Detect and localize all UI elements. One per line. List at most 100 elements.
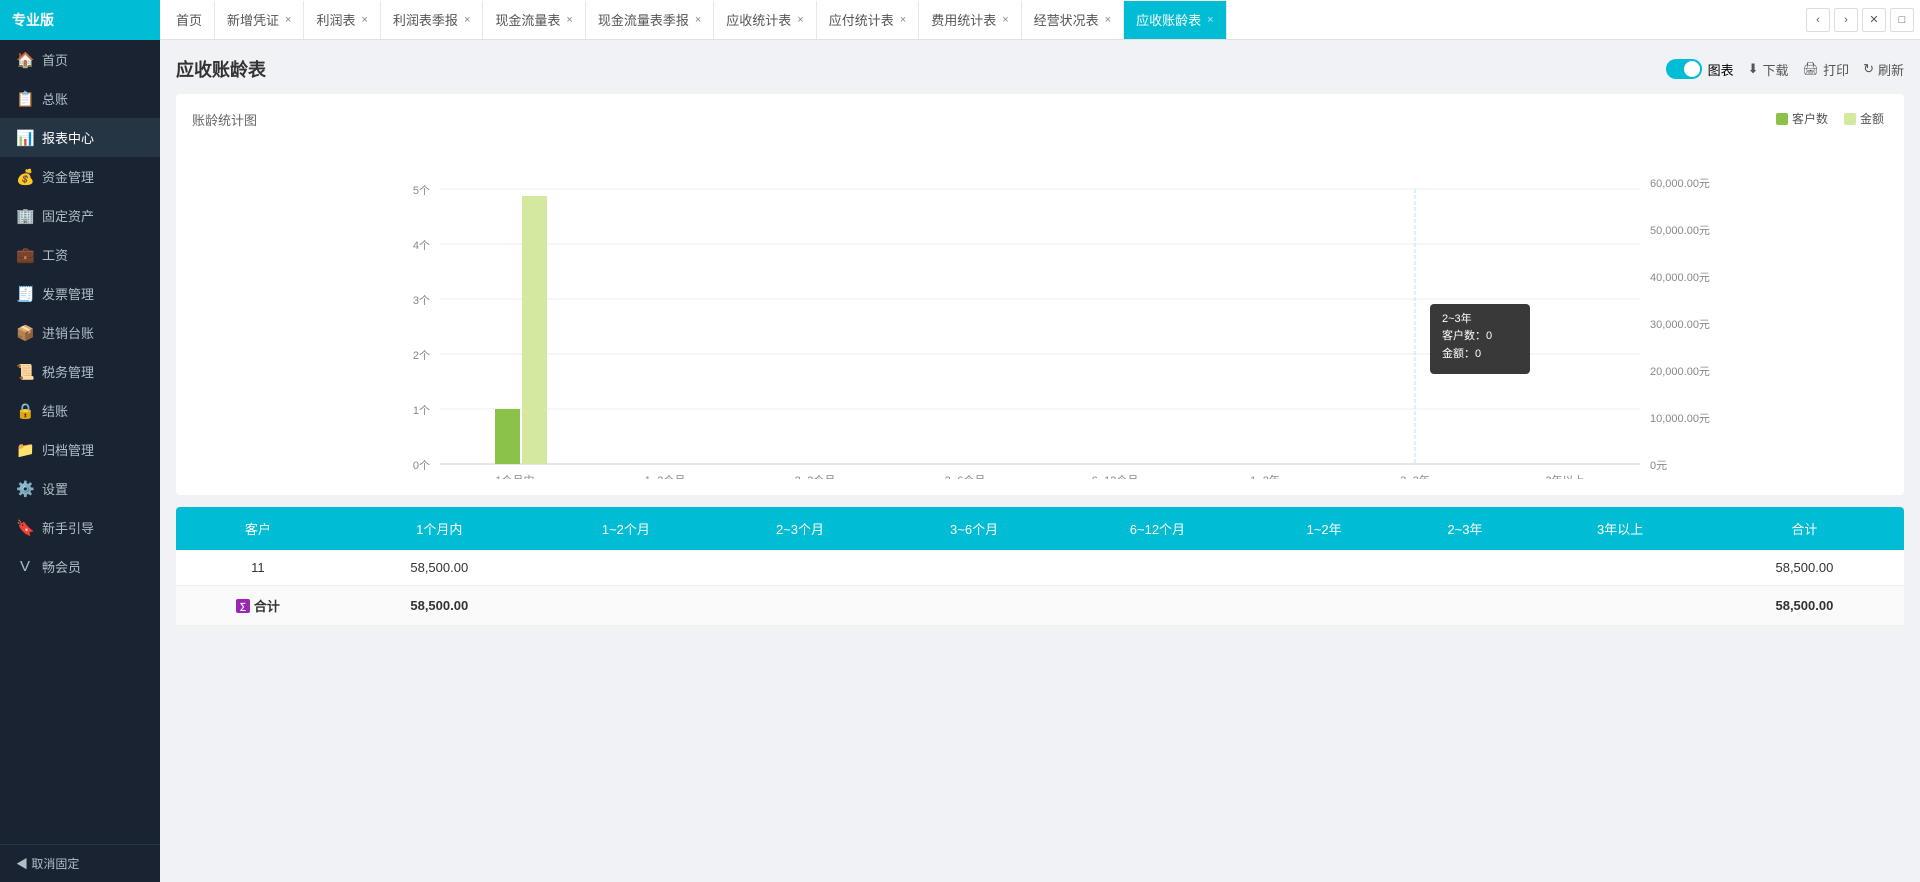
sidebar-item-reports[interactable]: 📊报表中心 — [0, 118, 160, 157]
page-header: 应收账龄表 图表 ⬇ 下载 🖨 打印 ↻ 刷新 — [176, 56, 1904, 82]
print-icon: 🖨 — [1803, 61, 1820, 77]
sidebar-item-inventory[interactable]: 📦 进销台账 — [0, 313, 160, 352]
settings-icon: ⚙️ — [16, 480, 34, 498]
cell-total-m1: 58,500.00 — [340, 586, 539, 626]
col-y3plus: 3年以上 — [1535, 507, 1704, 550]
svg-text:0个: 0个 — [413, 459, 430, 472]
tab-close-icon[interactable]: × — [1105, 14, 1111, 26]
sidebar-item-invoices[interactable]: 🧾发票管理 — [0, 274, 160, 313]
tab-新增凭证[interactable]: 新增凭证 × — [215, 1, 304, 39]
sidebar-item-close[interactable]: 🔒结账 — [0, 391, 160, 430]
tab-close-icon[interactable]: × — [285, 14, 291, 26]
sidebar-collapse-btn[interactable]: ◀ 取消固定 — [0, 844, 160, 882]
tab-应收账龄表[interactable]: 应收账龄表 × — [1124, 1, 1226, 39]
tab-label: 应收账龄表 — [1136, 10, 1201, 29]
table-header-row: 客户 1个月内 1~2个月 2~3个月 3~6个月 6~12个月 1~2年 2~… — [176, 507, 1904, 550]
col-m12: 1~2个月 — [539, 507, 713, 550]
tab-利润表[interactable]: 利润表× — [304, 1, 380, 39]
tab-label: 费用统计表 — [931, 10, 996, 29]
svg-text:3个: 3个 — [413, 294, 430, 307]
tab-close-icon[interactable]: × — [464, 14, 470, 26]
sidebar-item-tax[interactable]: 📜税务管理 — [0, 352, 160, 391]
inventory-icon: 📦 — [16, 324, 34, 342]
tab-经营状况表[interactable]: 经营状况表 × — [1022, 1, 1124, 39]
page-title: 应收账龄表 — [176, 56, 266, 82]
ledger-icon: 📋 — [16, 90, 34, 108]
sidebar-label-vip: 畅会员 — [42, 557, 81, 576]
table-row: 11 58,500.00 58,500.00 — [176, 550, 1904, 586]
chart-legend: 客户数 金额 — [1776, 110, 1884, 127]
svg-text:40,000.00元: 40,000.00元 — [1650, 272, 1710, 284]
tab-close-icon[interactable]: × — [361, 14, 367, 26]
tab-close-all-btn[interactable]: ✕ — [1862, 8, 1886, 32]
tab-利润表季报[interactable]: 利润表季报× — [381, 1, 483, 39]
print-btn[interactable]: 🖨 打印 — [1803, 60, 1850, 79]
svg-text:3~6个月: 3~6个月 — [945, 474, 986, 479]
svg-text:2~3个月: 2~3个月 — [795, 474, 836, 479]
sidebar-label-invoices: 发票管理 — [42, 284, 94, 303]
cell-total-y23 — [1395, 586, 1536, 626]
table-card: 客户 1个月内 1~2个月 2~3个月 3~6个月 6~12个月 1~2年 2~… — [176, 507, 1904, 626]
tab-close-icon[interactable]: × — [1002, 14, 1008, 26]
tab-label: 应付统计表 — [829, 10, 894, 29]
tab-prev-btn[interactable]: ‹ — [1806, 8, 1830, 32]
col-m612: 6~12个月 — [1061, 507, 1254, 550]
sidebar-item-assets[interactable]: 🏢固定资产 — [0, 196, 160, 235]
sidebar-item-vip[interactable]: V畅会员 — [0, 547, 160, 586]
sidebar-item-funds[interactable]: 💰资金管理 — [0, 157, 160, 196]
tab-应付统计表[interactable]: 应付统计表 × — [817, 1, 919, 39]
tab-close-icon[interactable]: × — [900, 14, 906, 26]
tab-label: 新增凭证 — [227, 10, 279, 29]
tab-close-icon[interactable]: × — [566, 14, 572, 26]
sidebar-label-archive: 归档管理 — [42, 440, 94, 459]
tab-fullscreen-btn[interactable]: □ — [1890, 8, 1914, 32]
download-btn[interactable]: ⬇ 下载 — [1748, 60, 1789, 79]
sidebar: 专业版 🏠首页📋总账📊报表中心💰资金管理🏢固定资产💼工资🧾发票管理📦进销台账📜税… — [0, 0, 160, 882]
tab-费用统计表[interactable]: 费用统计表 × — [919, 1, 1021, 39]
sidebar-item-ledger[interactable]: 📋 总账 — [0, 79, 160, 118]
download-icon: ⬇ — [1748, 61, 1759, 77]
tab-现金流量表[interactable]: 现金流量表 × — [483, 1, 585, 39]
cell-m1: 58,500.00 — [340, 550, 539, 586]
svg-text:60,000.00元: 60,000.00元 — [1650, 178, 1710, 190]
svg-text:金额：0: 金额：0 — [1442, 346, 1481, 360]
sidebar-label-ledger: 总账 — [42, 89, 68, 108]
total-icon: ∑ — [236, 599, 250, 613]
tab-应收统计表[interactable]: 应收统计表× — [714, 1, 816, 39]
sidebar-item-settings[interactable]: ⚙️ 设置 — [0, 469, 160, 508]
tab-close-icon[interactable]: × — [695, 14, 701, 26]
legend-amount: 金额 — [1844, 110, 1884, 127]
sidebar-label-salary: 工资 — [42, 245, 68, 264]
col-y12: 1~2年 — [1254, 507, 1395, 550]
tab-next-btn[interactable]: › — [1834, 8, 1858, 32]
tab-首页[interactable]: 首页 — [164, 1, 215, 39]
sidebar-item-home[interactable]: 🏠首页 — [0, 40, 160, 79]
tab-label: 经营状况表 — [1034, 10, 1099, 29]
tab-现金流量表季报[interactable]: 现金流量表季报× — [586, 1, 714, 39]
col-total: 合计 — [1705, 507, 1904, 550]
legend-color-customers — [1776, 113, 1788, 125]
refresh-btn[interactable]: ↻ 刷新 — [1863, 60, 1904, 79]
cell-total-m12 — [539, 586, 713, 626]
cell-m12 — [539, 550, 713, 586]
svg-text:2个: 2个 — [413, 349, 430, 362]
sidebar-item-archive[interactable]: 📁归档管理 — [0, 430, 160, 469]
table-total-row: ∑ 合计 58,500.00 58,500.00 — [176, 586, 1904, 626]
tab-label: 现金流量表 — [495, 10, 560, 29]
toggle-track[interactable] — [1666, 59, 1702, 79]
sidebar-item-salary[interactable]: 💼工资 — [0, 235, 160, 274]
cell-y3plus — [1535, 550, 1704, 586]
tab-label: 首页 — [176, 10, 202, 29]
svg-text:4个: 4个 — [413, 239, 430, 252]
cell-customer: 11 — [176, 550, 340, 586]
svg-text:30,000.00元: 30,000.00元 — [1650, 319, 1710, 331]
tab-close-icon[interactable]: × — [1207, 14, 1213, 26]
sidebar-item-guide[interactable]: 🔖新手引导 — [0, 508, 160, 547]
tab-close-icon[interactable]: × — [797, 14, 803, 26]
sidebar-label-assets: 固定资产 — [42, 206, 94, 225]
cell-m23 — [713, 550, 887, 586]
chart-toggle[interactable]: 图表 — [1666, 59, 1734, 79]
col-y23: 2~3年 — [1395, 507, 1536, 550]
sidebar-label-inventory: 进销台账 — [42, 323, 94, 342]
sidebar-label-settings: 设置 — [42, 479, 68, 498]
